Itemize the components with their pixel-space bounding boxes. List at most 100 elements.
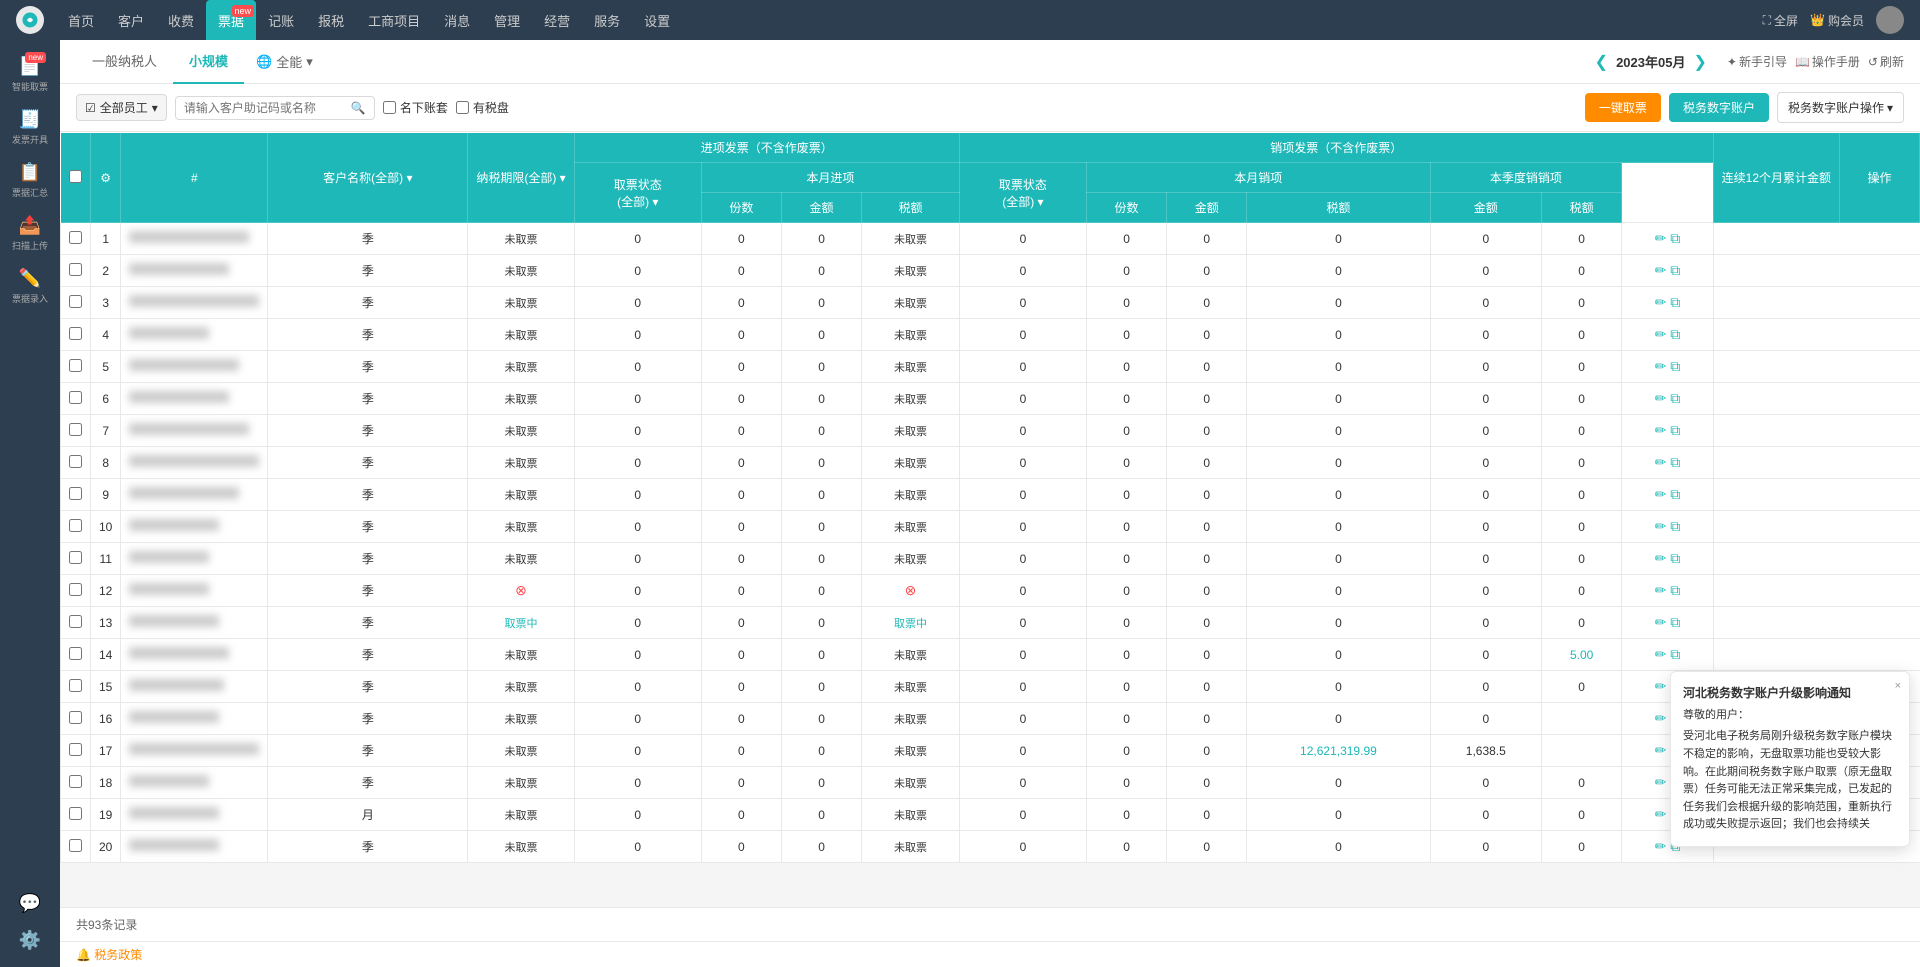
select-all-checkbox[interactable] [69,170,82,183]
edit-icon[interactable]: ✏ [1655,614,1667,630]
edit-icon[interactable]: ✏ [1655,454,1667,470]
sidebar-item-3[interactable]: 📤扫描上传 [8,207,52,260]
avatar[interactable] [1876,6,1904,34]
tab-small-scale[interactable]: 小规模 [173,40,244,84]
employee-select[interactable]: ☑ 全部员工 ▾ [76,94,167,121]
row-checkbox[interactable] [69,743,82,756]
nav-item-收费[interactable]: 收费 [156,0,206,40]
notification-close-btn[interactable]: × [1895,678,1901,696]
edit-icon[interactable]: ✏ [1655,422,1667,438]
nav-item-设置[interactable]: 设置 [632,0,682,40]
edit-icon[interactable]: ✏ [1655,806,1667,822]
copy-icon[interactable]: ⧉ [1670,486,1680,502]
taxdisk-checkbox[interactable] [456,101,469,114]
row-checkbox[interactable] [69,487,82,500]
copy-icon[interactable]: ⧉ [1670,326,1680,342]
sidebar-item-1[interactable]: 🧾发票开具 [8,101,52,154]
edit-icon[interactable]: ✏ [1655,518,1667,534]
th-out-fetch-status[interactable]: 取票状态(全部) ▾ [959,163,1086,223]
row-checkbox[interactable] [69,647,82,660]
edit-icon[interactable]: ✏ [1655,646,1667,662]
th-tax-period[interactable]: 纳税期限(全部) ▾ [468,133,574,223]
new-guide-link[interactable]: ✦ 新手引导 [1727,53,1787,70]
refund-amount-value[interactable]: 12,621,319.99 [1300,744,1377,758]
sidebar-settings[interactable]: ⚙️ [15,922,45,959]
nav-item-经营[interactable]: 经营 [532,0,582,40]
sidebar-item-0[interactable]: 📄智能取票new [8,48,52,101]
copy-icon[interactable]: ⧉ [1670,390,1680,406]
row-checkbox[interactable] [69,519,82,532]
edit-icon[interactable]: ✏ [1655,678,1667,694]
subaccount-checkbox[interactable] [383,101,396,114]
copy-icon[interactable]: ⧉ [1670,422,1680,438]
edit-icon[interactable]: ✏ [1655,710,1667,726]
search-input[interactable] [184,101,347,115]
copy-icon[interactable]: ⧉ [1670,646,1680,662]
nav-item-票据[interactable]: 票据new [206,0,256,40]
edit-icon[interactable]: ✏ [1655,486,1667,502]
copy-icon[interactable]: ⧉ [1670,358,1680,374]
row-checkbox[interactable] [69,839,82,852]
next-month-btn[interactable]: ❯ [1693,52,1706,72]
row-checkbox[interactable] [69,327,82,340]
row-checkbox[interactable] [69,711,82,724]
nav-item-管理[interactable]: 管理 [482,0,532,40]
sidebar-item-4[interactable]: ✏️票据录入 [8,260,52,313]
th-client-name[interactable]: 客户名称(全部) ▾ [268,133,468,223]
one-click-fetch-btn[interactable]: 一键取票 [1585,93,1661,122]
row-checkbox[interactable] [69,391,82,404]
refresh-btn[interactable]: ↺ 刷新 [1868,53,1904,70]
row-checkbox[interactable] [69,679,82,692]
row-checkbox[interactable] [69,583,82,596]
checkbox-subaccount[interactable]: 名下账套 [383,99,448,116]
row-checkbox[interactable] [69,551,82,564]
nav-item-记账[interactable]: 记账 [256,0,306,40]
nav-item-客户[interactable]: 客户 [106,0,156,40]
nav-item-消息[interactable]: 消息 [432,0,482,40]
copy-icon[interactable]: ⧉ [1670,614,1680,630]
member-btn[interactable]: 👑 购会员 [1810,12,1864,29]
copy-icon[interactable]: ⧉ [1670,294,1680,310]
edit-icon[interactable]: ✏ [1655,358,1667,374]
sidebar-chat[interactable]: 💬 [15,885,45,922]
nav-item-工商项目[interactable]: 工商项目 [356,0,432,40]
nav-item-服务[interactable]: 服务 [582,0,632,40]
tab-all[interactable]: 🌐 全能 ▾ [244,52,325,71]
edit-icon[interactable]: ✏ [1655,774,1667,790]
edit-icon[interactable]: ✏ [1655,390,1667,406]
row-checkbox[interactable] [69,423,82,436]
edit-icon[interactable]: ✏ [1655,838,1667,854]
copy-icon[interactable]: ⧉ [1670,518,1680,534]
row-checkbox[interactable] [69,775,82,788]
edit-icon[interactable]: ✏ [1655,294,1667,310]
th-settings[interactable]: ⚙ [91,133,121,223]
nav-item-首页[interactable]: 首页 [56,0,106,40]
edit-icon[interactable]: ✏ [1655,742,1667,758]
row-checkbox[interactable] [69,359,82,372]
prev-month-btn[interactable]: ❮ [1595,52,1608,72]
tax-policy-link[interactable]: 🔔 税务政策 [76,946,142,963]
row-checkbox[interactable] [69,807,82,820]
copy-icon[interactable]: ⧉ [1670,262,1680,278]
nav-item-报税[interactable]: 报税 [306,0,356,40]
copy-icon[interactable]: ⧉ [1670,230,1680,246]
search-icon[interactable]: 🔍 [351,101,366,115]
edit-icon[interactable]: ✏ [1655,550,1667,566]
copy-icon[interactable]: ⧉ [1670,550,1680,566]
row-checkbox[interactable] [69,615,82,628]
cumulative-value[interactable]: 5.00 [1570,648,1593,662]
th-in-fetch-status[interactable]: 取票状态(全部) ▾ [574,163,701,223]
row-checkbox[interactable] [69,295,82,308]
row-checkbox[interactable] [69,231,82,244]
manual-link[interactable]: 📖 操作手册 [1795,53,1860,70]
edit-icon[interactable]: ✏ [1655,262,1667,278]
copy-icon[interactable]: ⧉ [1670,454,1680,470]
sidebar-item-2[interactable]: 📋票据汇总 [8,154,52,207]
checkbox-taxdisk[interactable]: 有税盘 [456,99,509,116]
copy-icon[interactable]: ⧉ [1670,582,1680,598]
edit-icon[interactable]: ✏ [1655,230,1667,246]
fullscreen-btn[interactable]: ⛶ 全屏 [1763,12,1798,29]
tab-general-taxpayer[interactable]: 一般纳税人 [76,40,173,84]
edit-icon[interactable]: ✏ [1655,326,1667,342]
edit-icon[interactable]: ✏ [1655,582,1667,598]
